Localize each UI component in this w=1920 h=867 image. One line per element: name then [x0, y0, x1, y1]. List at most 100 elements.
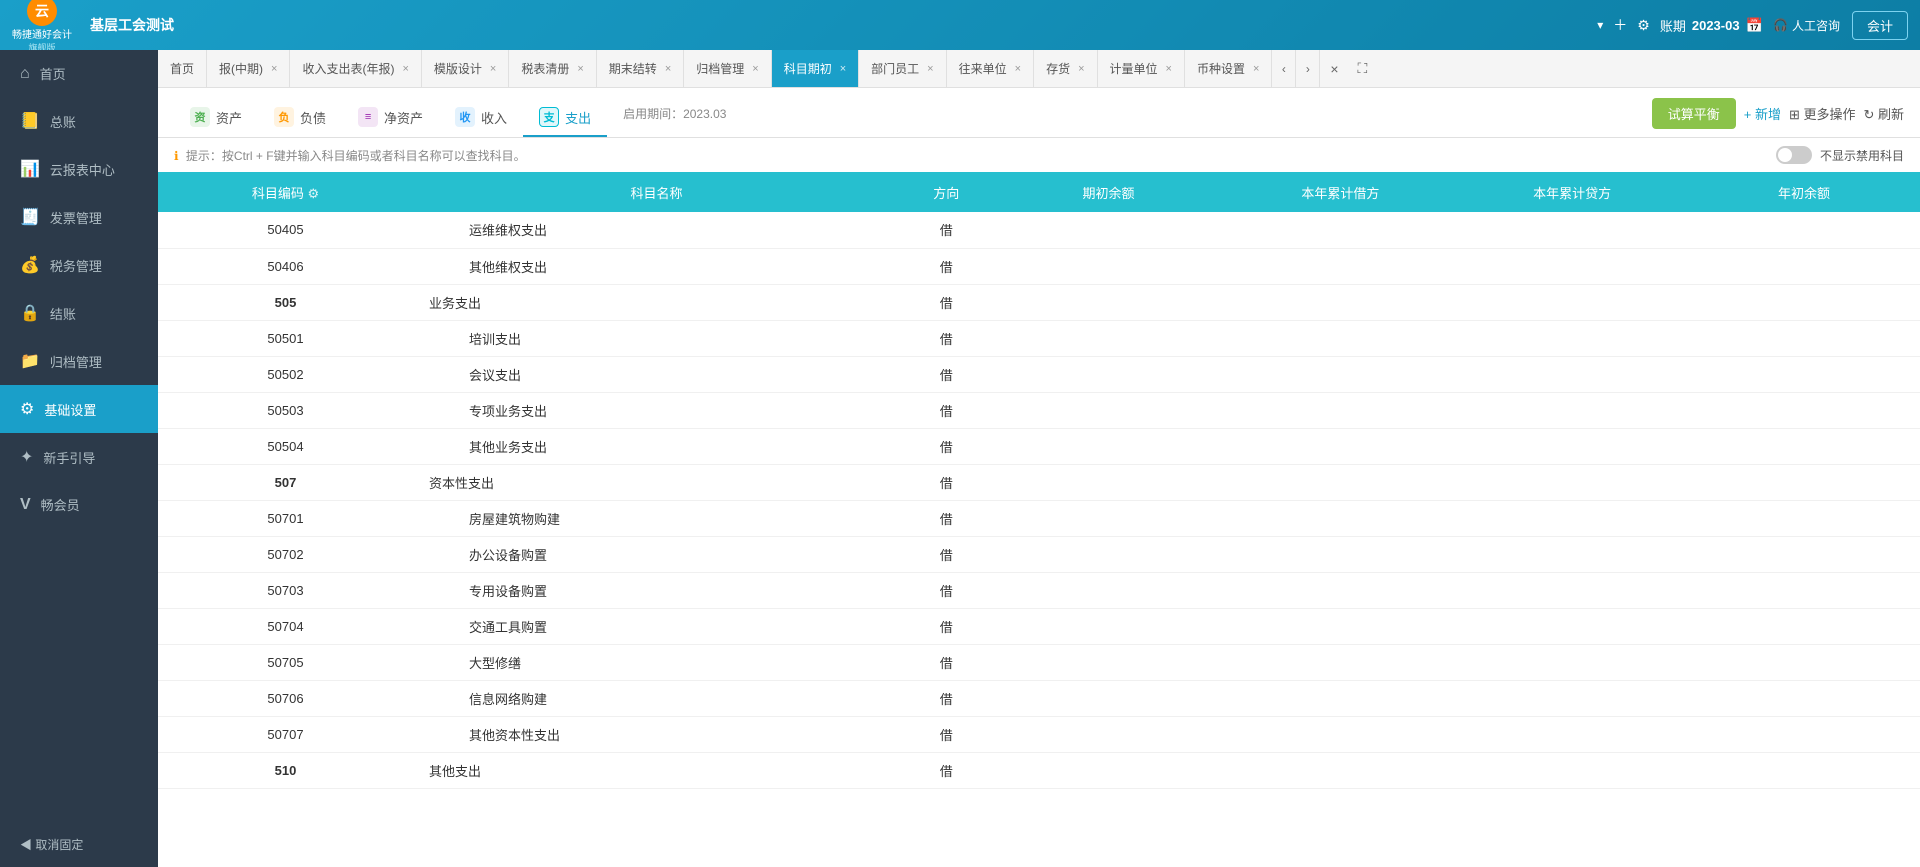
sidebar-item-member[interactable]: V 畅会员: [0, 481, 158, 528]
guide-icon: ✦: [20, 447, 33, 467]
tab-home[interactable]: 首页: [158, 50, 207, 88]
asset-icon: 资: [190, 107, 210, 127]
cell-initial-balance: [993, 284, 1225, 320]
col-settings-icon[interactable]: ⚙: [307, 186, 319, 201]
cell-year-initial: [1688, 392, 1920, 428]
sidebar-item-tax[interactable]: 💰 税务管理: [0, 241, 158, 289]
cell-year-initial: [1688, 356, 1920, 392]
cell-ytd-credit: [1456, 248, 1688, 284]
cell-direction: 借: [900, 248, 993, 284]
sidebar-item-close[interactable]: 🔒 结账: [0, 289, 158, 337]
cell-name: 其他业务支出: [413, 428, 900, 464]
calendar-icon[interactable]: 📅: [1746, 17, 1763, 34]
company-dropdown-icon[interactable]: ▾: [1597, 18, 1603, 32]
sidebar-item-ledger[interactable]: 📒 总账: [0, 97, 158, 145]
table-row[interactable]: 505 业务支出 借: [158, 284, 1920, 320]
cell-code: 50702: [158, 536, 413, 572]
tab-close-tax[interactable]: ×: [577, 63, 583, 75]
sidebar-item-settings[interactable]: ⚙ 基础设置: [0, 385, 158, 433]
tab-maximize-button[interactable]: ⛶: [1348, 50, 1376, 88]
tab-close-currency[interactable]: ×: [1253, 63, 1259, 75]
tab-midterm[interactable]: 报(中期) ×: [207, 50, 290, 88]
tab-subject-initial[interactable]: 科目期初 ×: [772, 50, 859, 88]
cell-name: 运维维权支出: [413, 212, 900, 248]
show-disabled-toggle[interactable]: [1776, 146, 1812, 164]
tab-template[interactable]: 模版设计 ×: [422, 50, 509, 88]
tab-close-inventory[interactable]: ×: [1078, 63, 1084, 75]
tab-prev-button[interactable]: ‹: [1272, 50, 1296, 88]
table-row[interactable]: 50702 办公设备购置 借: [158, 536, 1920, 572]
tab-close-uom[interactable]: ×: [1166, 63, 1172, 75]
tab-archive-mgmt[interactable]: 归档管理 ×: [684, 50, 771, 88]
company-name[interactable]: 基层工会测试: [90, 15, 1587, 35]
tab-close-all-button[interactable]: ×: [1320, 50, 1348, 88]
cell-name: 其他资本性支出: [413, 716, 900, 752]
sidebar-item-archive[interactable]: 📁 归档管理: [0, 337, 158, 385]
table-row[interactable]: 50704 交通工具购置 借: [158, 608, 1920, 644]
cell-ytd-credit: [1456, 644, 1688, 680]
table-row[interactable]: 50701 房屋建筑物购建 借: [158, 500, 1920, 536]
tab-dept-staff[interactable]: 部门员工 ×: [859, 50, 946, 88]
sidebar-item-invoice[interactable]: 🧾 发票管理: [0, 193, 158, 241]
cell-direction: 借: [900, 716, 993, 752]
tab-expense[interactable]: 支 支出: [523, 99, 607, 137]
tab-liability[interactable]: 负 负债: [258, 99, 342, 137]
balance-button[interactable]: 试算平衡: [1652, 98, 1736, 129]
tab-next-button[interactable]: ›: [1296, 50, 1320, 88]
table-row[interactable]: 50504 其他业务支出 借: [158, 428, 1920, 464]
tab-uom[interactable]: 计量单位 ×: [1098, 50, 1185, 88]
tab-asset[interactable]: 资 资产: [174, 99, 258, 137]
liability-icon: 负: [274, 107, 294, 127]
table-row[interactable]: 50406 其他维权支出 借: [158, 248, 1920, 284]
refresh-button[interactable]: ↻ 刷新: [1863, 104, 1904, 123]
tab-annual-report[interactable]: 收入支出表(年报) ×: [290, 50, 421, 88]
tab-clients[interactable]: 往来单位 ×: [947, 50, 1034, 88]
cell-name: 大型修缮: [413, 644, 900, 680]
add-tab-button[interactable]: ＋: [1613, 15, 1627, 35]
cell-code: 50704: [158, 608, 413, 644]
tab-close-dept[interactable]: ×: [927, 63, 933, 75]
tab-close-archive[interactable]: ×: [752, 63, 758, 75]
sidebar-item-guide[interactable]: ✦ 新手引导: [0, 433, 158, 481]
home-icon: ⌂: [20, 65, 30, 83]
cell-direction: 借: [900, 572, 993, 608]
equity-icon: ≡: [358, 107, 378, 127]
table-row[interactable]: 50405 运维维权支出 借: [158, 212, 1920, 248]
cell-ytd-debit: [1224, 248, 1456, 284]
more-actions-button[interactable]: ⊞ 更多操作: [1789, 104, 1856, 123]
tab-inventory[interactable]: 存货 ×: [1034, 50, 1097, 88]
income-icon: 收: [455, 107, 475, 127]
table-row[interactable]: 50703 专用设备购置 借: [158, 572, 1920, 608]
table-row[interactable]: 50706 信息网络购建 借: [158, 680, 1920, 716]
tab-period-close[interactable]: 期末结转 ×: [597, 50, 684, 88]
tab-close-template[interactable]: ×: [490, 63, 496, 75]
sidebar-item-home[interactable]: ⌂ 首页: [0, 50, 158, 97]
sidebar-collapse-button[interactable]: ◀ 取消固定: [0, 822, 158, 867]
sidebar-item-reports[interactable]: 📊 云报表中心: [0, 145, 158, 193]
table-row[interactable]: 50707 其他资本性支出 借: [158, 716, 1920, 752]
tab-currency[interactable]: 币种设置 ×: [1185, 50, 1272, 88]
account-button[interactable]: 会计: [1852, 11, 1908, 40]
tab-close-annual[interactable]: ×: [402, 63, 408, 75]
table-row[interactable]: 510 其他支出 借: [158, 752, 1920, 788]
add-button[interactable]: + 新增: [1744, 104, 1781, 123]
cell-ytd-debit: [1224, 284, 1456, 320]
tab-close-period[interactable]: ×: [665, 63, 671, 75]
table-row[interactable]: 50502 会议支出 借: [158, 356, 1920, 392]
tab-close-midterm[interactable]: ×: [271, 63, 277, 75]
tab-equity[interactable]: ≡ 净资产: [342, 99, 439, 137]
settings-icon[interactable]: ⚙: [1637, 17, 1650, 34]
tab-tax-table[interactable]: 税表清册 ×: [509, 50, 596, 88]
cell-name: 专项业务支出: [413, 392, 900, 428]
tab-income[interactable]: 收 收入: [439, 99, 523, 137]
cell-code: 510: [158, 752, 413, 788]
support-button[interactable]: 🎧 人工咨询: [1773, 17, 1840, 34]
table-row[interactable]: 50705 大型修缮 借: [158, 644, 1920, 680]
table-row[interactable]: 50501 培训支出 借: [158, 320, 1920, 356]
cell-ytd-credit: [1456, 464, 1688, 500]
tab-close-subject[interactable]: ×: [840, 63, 846, 75]
tab-close-clients[interactable]: ×: [1015, 63, 1021, 75]
table-row[interactable]: 507 资本性支出 借: [158, 464, 1920, 500]
cell-ytd-debit: [1224, 716, 1456, 752]
table-row[interactable]: 50503 专项业务支出 借: [158, 392, 1920, 428]
